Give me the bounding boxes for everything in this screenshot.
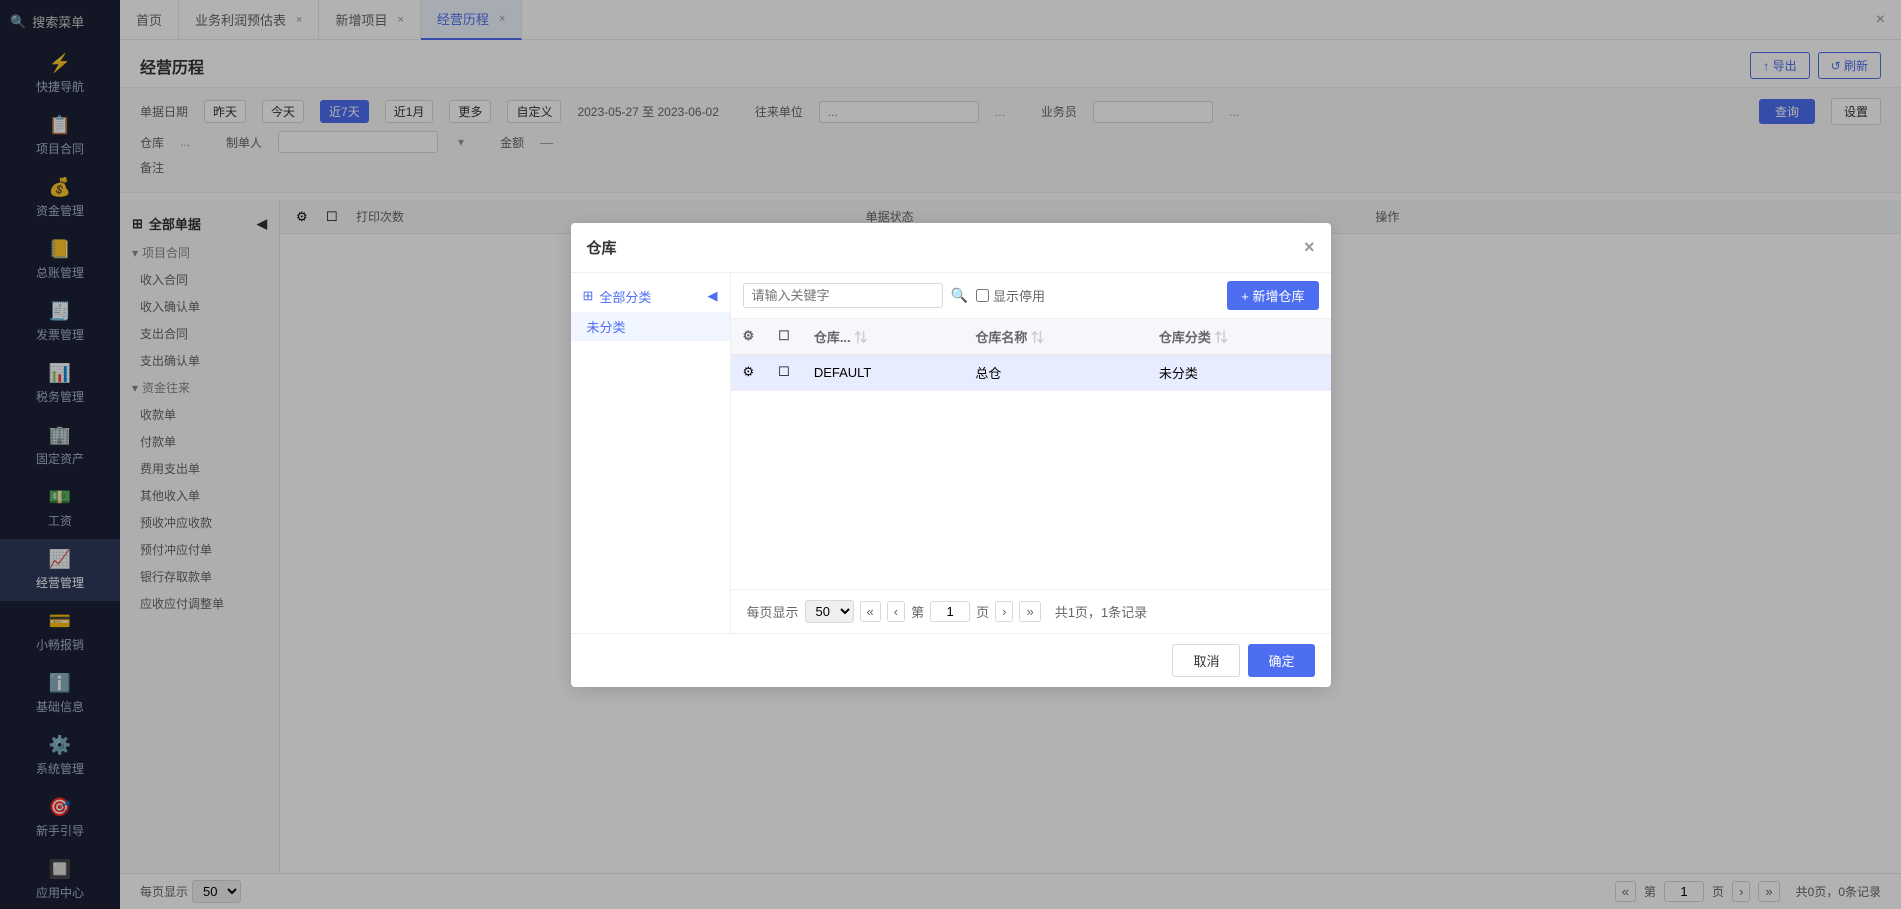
row-name: 总仓 (963, 354, 1147, 390)
dialog-toolbar: 🔍 显示停用 + 新增仓库 (731, 273, 1331, 319)
dialog-pagination: 每页显示 50 « ‹ 第 页 › » 共1页，1条记录 (747, 600, 1148, 623)
row-category: 未分类 (1147, 354, 1331, 390)
dialog-body: ⊞ 全部分类 ◀ 未分类 🔍 显示停用 + 新增仓库 (571, 273, 1331, 633)
col-name-header: 仓库名称 ⇅ (963, 319, 1147, 355)
dialog-left-panel: ⊞ 全部分类 ◀ 未分类 (571, 273, 731, 633)
dialog-collapse-icon[interactable]: ◀ (708, 288, 718, 304)
dialog-header: 仓库 × (571, 223, 1331, 273)
uncategorized-label: 未分类 (587, 320, 626, 335)
dialog-footer: 每页显示 50 « ‹ 第 页 › » 共1页，1条记录 (731, 589, 1331, 633)
per-page-label: 每页显示 (747, 602, 799, 621)
grid-icon-2: ⊞ (583, 288, 594, 304)
table-row[interactable]: ⚙ ☐ DEFAULT 总仓 未分类 (731, 354, 1331, 390)
show-disabled-checkbox[interactable] (976, 289, 989, 302)
dialog-table-header-row: ⚙ ☐ 仓库... ⇅ 仓库名称 ⇅ 仓库分类 (731, 319, 1331, 355)
page-label: 第 (911, 602, 924, 621)
total-info: 共1页，1条记录 (1055, 602, 1147, 621)
next-page-btn[interactable]: › (995, 601, 1013, 622)
col-category-header: 仓库分类 ⇅ (1147, 319, 1331, 355)
dialog-search-input[interactable] (743, 283, 943, 308)
row-gear: ⚙ (731, 354, 767, 390)
dialog-close-button[interactable]: × (1304, 237, 1315, 258)
dialog-right-panel: 🔍 显示停用 + 新增仓库 ⚙ ☐ 仓库... (731, 273, 1331, 633)
all-category-label: 全部分类 (599, 287, 651, 306)
row-code: DEFAULT (802, 354, 964, 390)
confirm-button[interactable]: 确定 (1248, 644, 1314, 677)
dialog-left-all-category[interactable]: ⊞ 全部分类 ◀ (571, 281, 730, 312)
dialog-title: 仓库 (587, 237, 617, 258)
dialog-left-uncategorized[interactable]: 未分类 (571, 312, 730, 341)
col-check-header: ☐ (766, 319, 802, 355)
dialog-actions: 取消 确定 (571, 633, 1331, 687)
add-warehouse-button[interactable]: + 新增仓库 (1227, 281, 1318, 310)
warehouse-dialog: 仓库 × ⊞ 全部分类 ◀ 未分类 🔍 显示停用 + (571, 223, 1331, 687)
row-check[interactable]: ☐ (766, 354, 802, 390)
cancel-button[interactable]: 取消 (1172, 644, 1240, 677)
prev-page-btn[interactable]: ‹ (887, 601, 905, 622)
page-number-input[interactable] (930, 601, 970, 622)
col-gear-header: ⚙ (731, 319, 767, 355)
page-suffix: 页 (976, 602, 989, 621)
col-code-header: 仓库... ⇅ (802, 319, 964, 355)
show-disabled-label[interactable]: 显示停用 (976, 286, 1045, 305)
dialog-table: ⚙ ☐ 仓库... ⇅ 仓库名称 ⇅ 仓库分类 (731, 319, 1331, 589)
show-disabled-text: 显示停用 (993, 286, 1045, 305)
last-page-btn[interactable]: » (1019, 601, 1040, 622)
first-page-btn[interactable]: « (860, 601, 881, 622)
per-page-select[interactable]: 50 (805, 600, 854, 623)
dialog-search-button[interactable]: 🔍 (951, 287, 968, 304)
